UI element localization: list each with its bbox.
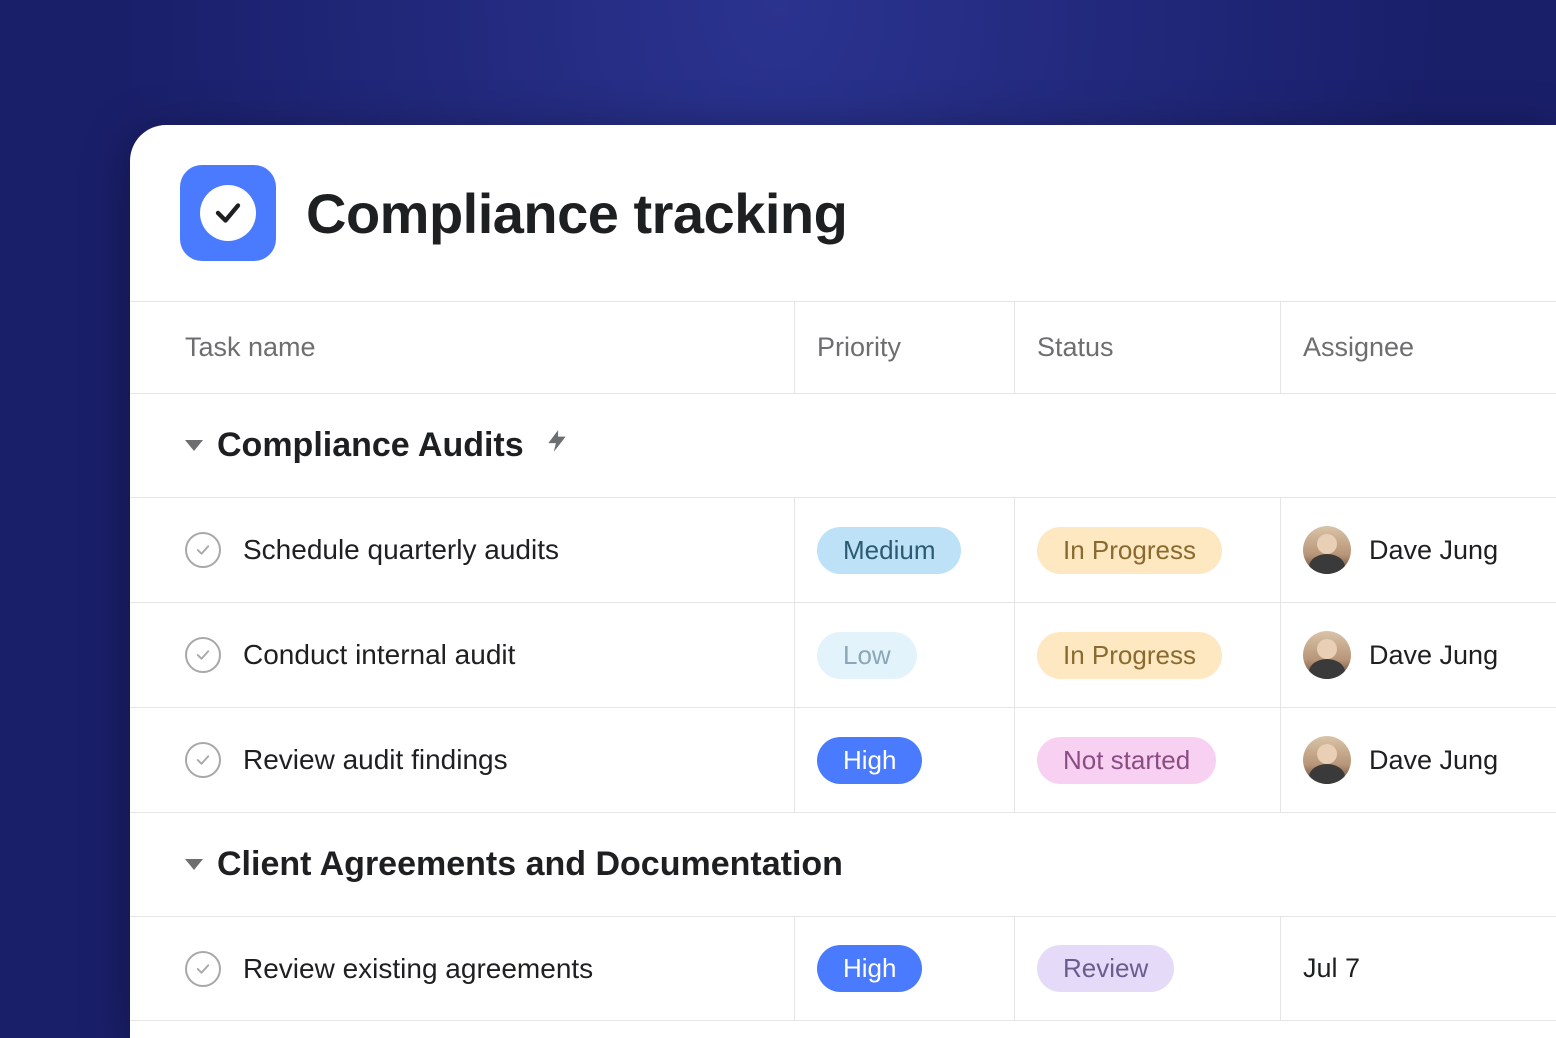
avatar[interactable]: [1303, 736, 1351, 784]
status-pill[interactable]: Not started: [1037, 737, 1216, 784]
complete-task-icon[interactable]: [185, 637, 221, 673]
task-row[interactable]: Review existing agreements High Review J…: [130, 917, 1556, 1021]
complete-task-icon[interactable]: [185, 951, 221, 987]
section-title: Compliance Audits: [217, 426, 524, 465]
project-icon[interactable]: [180, 165, 276, 261]
project-title[interactable]: Compliance tracking: [306, 181, 847, 246]
caret-down-icon: [185, 859, 203, 870]
avatar[interactable]: [1303, 526, 1351, 574]
task-name: Review existing agreements: [243, 953, 593, 985]
checkmark-circle-icon: [200, 185, 256, 241]
priority-pill[interactable]: High: [817, 945, 922, 992]
task-row[interactable]: Review audit findings High Not started D…: [130, 708, 1556, 813]
column-header-row: Task name Priority Status Assignee: [130, 301, 1556, 394]
column-header-assignee[interactable]: Assignee: [1281, 302, 1556, 393]
task-name: Review audit findings: [243, 744, 508, 776]
assignee-name: Dave Jung: [1369, 745, 1498, 776]
priority-pill[interactable]: Medium: [817, 527, 961, 574]
assignee-name: Dave Jung: [1369, 640, 1498, 671]
task-name: Schedule quarterly audits: [243, 534, 559, 566]
assignee-name: Dave Jung: [1369, 535, 1498, 566]
project-panel: Compliance tracking Task name Priority S…: [130, 125, 1556, 1038]
caret-down-icon: [185, 440, 203, 451]
section-header-compliance-audits[interactable]: Compliance Audits: [130, 394, 1556, 498]
section-title: Client Agreements and Documentation: [217, 845, 843, 884]
project-header: Compliance tracking: [130, 125, 1556, 301]
avatar[interactable]: [1303, 631, 1351, 679]
column-header-task[interactable]: Task name: [130, 302, 795, 393]
priority-pill[interactable]: Low: [817, 632, 917, 679]
due-date[interactable]: Jul 7: [1303, 953, 1360, 984]
task-row[interactable]: Conduct internal audit Low In Progress D…: [130, 603, 1556, 708]
complete-task-icon[interactable]: [185, 532, 221, 568]
column-header-status[interactable]: Status: [1015, 302, 1281, 393]
status-pill[interactable]: Review: [1037, 945, 1174, 992]
task-row[interactable]: Schedule quarterly audits Medium In Prog…: [130, 498, 1556, 603]
task-table: Task name Priority Status Assignee Compl…: [130, 301, 1556, 1021]
status-pill[interactable]: In Progress: [1037, 527, 1222, 574]
priority-pill[interactable]: High: [817, 737, 922, 784]
task-name: Conduct internal audit: [243, 639, 515, 671]
section-header-client-agreements[interactable]: Client Agreements and Documentation: [130, 813, 1556, 917]
lightning-icon[interactable]: [544, 426, 570, 465]
status-pill[interactable]: In Progress: [1037, 632, 1222, 679]
complete-task-icon[interactable]: [185, 742, 221, 778]
column-header-priority[interactable]: Priority: [795, 302, 1015, 393]
